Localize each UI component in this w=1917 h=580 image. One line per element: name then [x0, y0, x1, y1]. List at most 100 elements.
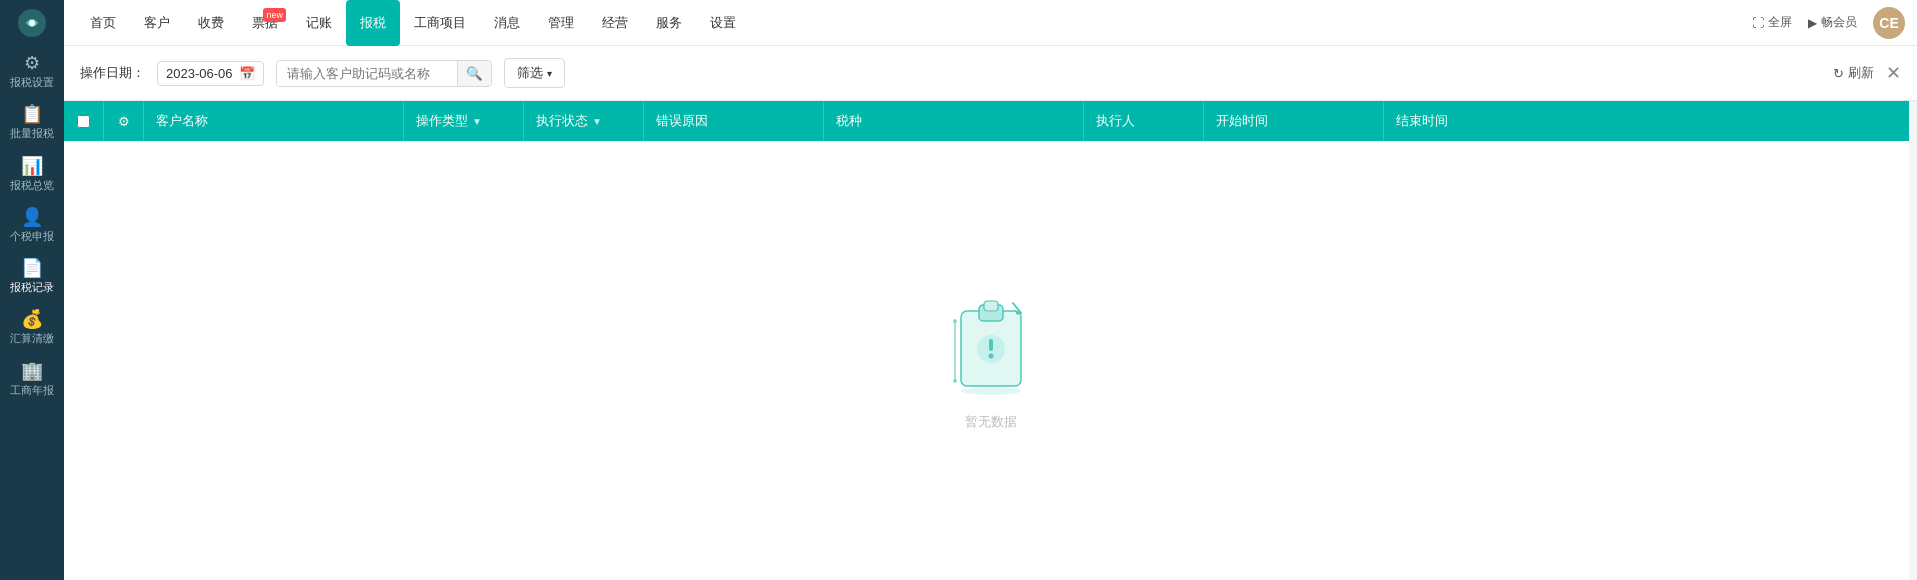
sidebar-item-baoshui-jilu[interactable]: 📄 报税记录 — [0, 251, 64, 302]
close-icon: ✕ — [1886, 63, 1901, 83]
search-button[interactable]: 🔍 — [457, 61, 491, 86]
th-start-time: 开始时间 — [1204, 101, 1384, 141]
calendar-icon: 📅 — [239, 66, 255, 81]
sidebar-icon-baoshui-shezhi: ⚙ — [24, 54, 40, 72]
content-area: 操作日期： 2023-06-06 📅 🔍 筛选 ▾ ↻ 刷新 — [64, 46, 1917, 580]
svg-point-14 — [953, 379, 957, 383]
topnav-right: ⛶ 全屏 ▶ 畅会员 CE — [1752, 7, 1905, 39]
sidebar-item-gongshang-nianbao[interactable]: 🏢 工商年报 — [0, 354, 64, 405]
svg-rect-5 — [984, 301, 998, 311]
sidebar-icon-geshui-shenbao: 👤 — [21, 208, 43, 226]
svg-point-1 — [29, 20, 35, 26]
sidebar-label-huisuan-jiaona: 汇算清缴 — [10, 331, 54, 345]
date-input[interactable]: 2023-06-06 📅 — [157, 61, 264, 86]
topnav-label-jizhang: 记账 — [306, 14, 332, 32]
topnav-label-xiaoxi: 消息 — [494, 14, 520, 32]
select-all-checkbox[interactable] — [77, 115, 90, 128]
fullscreen-label: 全屏 — [1768, 14, 1792, 31]
sidebar-icon-baoshui-jilu: 📄 — [21, 259, 43, 277]
topnav-label-gongshang: 工商项目 — [414, 14, 466, 32]
filter-label: 筛选 — [517, 64, 543, 82]
member-btn[interactable]: ▶ 畅会员 — [1808, 14, 1857, 31]
fullscreen-icon: ⛶ — [1752, 16, 1764, 30]
fullscreen-btn[interactable]: ⛶ 全屏 — [1752, 14, 1792, 31]
topnav-item-shezhi[interactable]: 设置 — [696, 0, 750, 46]
topnav-item-guanli[interactable]: 管理 — [534, 0, 588, 46]
th-customer-name: 客户名称 — [144, 101, 404, 141]
member-label: 畅会员 — [1821, 14, 1857, 31]
topnav-item-customer[interactable]: 客户 — [130, 0, 184, 46]
refresh-icon: ↻ — [1833, 66, 1844, 81]
empty-state: 暂无数据 — [64, 141, 1917, 580]
topnav-item-xiaoxi[interactable]: 消息 — [480, 0, 534, 46]
sidebar-icon-gongshang-nianbao: 🏢 — [21, 362, 43, 380]
topnav-item-fuwu[interactable]: 服务 — [642, 0, 696, 46]
table-wrap: ⚙ 客户名称 操作类型 ▼ 执行状态 ▼ 错误原因 税种 — [64, 101, 1917, 580]
sidebar-item-piliang-baoshui[interactable]: 📋 批量报税 — [0, 97, 64, 148]
empty-illustration — [941, 291, 1041, 401]
topnav-item-jizhang[interactable]: 记账 — [292, 0, 346, 46]
table-header: ⚙ 客户名称 操作类型 ▼ 执行状态 ▼ 错误原因 税种 — [64, 101, 1917, 141]
sidebar-icon-piliang-baoshui: 📋 — [21, 105, 43, 123]
topnav-label-shezhi: 设置 — [710, 14, 736, 32]
close-button[interactable]: ✕ — [1886, 64, 1901, 82]
empty-text: 暂无数据 — [965, 413, 1017, 431]
topnav-label-baoshui: 报税 — [360, 14, 386, 32]
search-input[interactable] — [277, 61, 457, 86]
th-executor: 执行人 — [1084, 101, 1204, 141]
user-avatar[interactable]: CE — [1873, 7, 1905, 39]
th-exec-status[interactable]: 执行状态 ▼ — [524, 101, 644, 141]
topnav-label-home: 首页 — [90, 14, 116, 32]
date-label: 操作日期： — [80, 64, 145, 82]
refresh-button[interactable]: ↻ 刷新 — [1833, 64, 1874, 82]
topnav-item-shoufei[interactable]: 收费 — [184, 0, 238, 46]
th-error-reason: 错误原因 — [644, 101, 824, 141]
th-tax-type: 税种 — [824, 101, 1084, 141]
user-initials: CE — [1879, 15, 1898, 31]
topnav-label-customer: 客户 — [144, 14, 170, 32]
svg-rect-7 — [989, 339, 993, 351]
refresh-label: 刷新 — [1848, 64, 1874, 82]
sidebar-label-gongshang-nianbao: 工商年报 — [10, 383, 54, 397]
sidebar-item-baoshui-shezhi[interactable]: ⚙ 报税设置 — [0, 46, 64, 97]
sidebar-item-geshui-shenbao[interactable]: 👤 个税申报 — [0, 200, 64, 251]
th-settings[interactable]: ⚙ — [104, 101, 144, 141]
sidebar-icon-huisuan-jiaona: 💰 — [21, 310, 43, 328]
topnav-label-fuwu: 服务 — [656, 14, 682, 32]
sort-icon-exec-status: ▼ — [592, 116, 602, 127]
sidebar-label-baoshui-zonlan: 报税总览 — [10, 178, 54, 192]
svg-point-11 — [961, 387, 1021, 395]
topnav-label-shoufei: 收费 — [198, 14, 224, 32]
sort-icon-op-type: ▼ — [472, 116, 482, 127]
th-end-time: 结束时间 — [1384, 101, 1564, 141]
search-wrap: 🔍 — [276, 60, 492, 87]
filter-button[interactable]: 筛选 ▾ — [504, 58, 565, 88]
chevron-down-icon: ▾ — [547, 68, 552, 79]
sidebar-label-baoshui-jilu: 报税记录 — [10, 280, 54, 294]
topnav-item-piaoju[interactable]: 票据new — [238, 0, 292, 46]
new-badge: new — [263, 8, 286, 22]
sidebar-item-baoshui-zonlan[interactable]: 📊 报税总览 — [0, 149, 64, 200]
topnav-item-gongshang[interactable]: 工商项目 — [400, 0, 480, 46]
svg-point-8 — [988, 353, 993, 358]
topnav-item-home[interactable]: 首页 — [76, 0, 130, 46]
topnav-label-jingying: 经营 — [602, 14, 628, 32]
main-area: 首页 客户 收费票据new 记账 报税 工商项目 消息 管理 经营 服务 设置 ⛶ 全屏 ▶ 畅会员… — [64, 0, 1917, 580]
sidebar: ⚙ 报税设置 📋 批量报税 📊 报税总览 👤 个税申报 📄 报税记录 💰 汇算清… — [0, 0, 64, 580]
topnav: 首页 客户 收费票据new 记账 报税 工商项目 消息 管理 经营 服务 设置 ⛶ 全屏 ▶ 畅会员… — [64, 0, 1917, 46]
topnav-label-guanli: 管理 — [548, 14, 574, 32]
search-icon: 🔍 — [466, 66, 483, 81]
scrollbar[interactable] — [1909, 101, 1917, 580]
sidebar-label-piliang-baoshui: 批量报税 — [10, 126, 54, 140]
sidebar-item-huisuan-jiaona[interactable]: 💰 汇算清缴 — [0, 302, 64, 353]
th-op-type[interactable]: 操作类型 ▼ — [404, 101, 524, 141]
settings-icon: ⚙ — [118, 114, 130, 129]
toolbar-right: ↻ 刷新 ✕ — [1833, 64, 1901, 82]
app-logo — [0, 0, 64, 46]
topnav-item-baoshui[interactable]: 报税 — [346, 0, 400, 46]
toolbar: 操作日期： 2023-06-06 📅 🔍 筛选 ▾ ↻ 刷新 — [64, 46, 1917, 101]
th-checkbox[interactable] — [64, 101, 104, 141]
topnav-item-jingying[interactable]: 经营 — [588, 0, 642, 46]
sidebar-label-geshui-shenbao: 个税申报 — [10, 229, 54, 243]
svg-point-13 — [953, 319, 957, 323]
